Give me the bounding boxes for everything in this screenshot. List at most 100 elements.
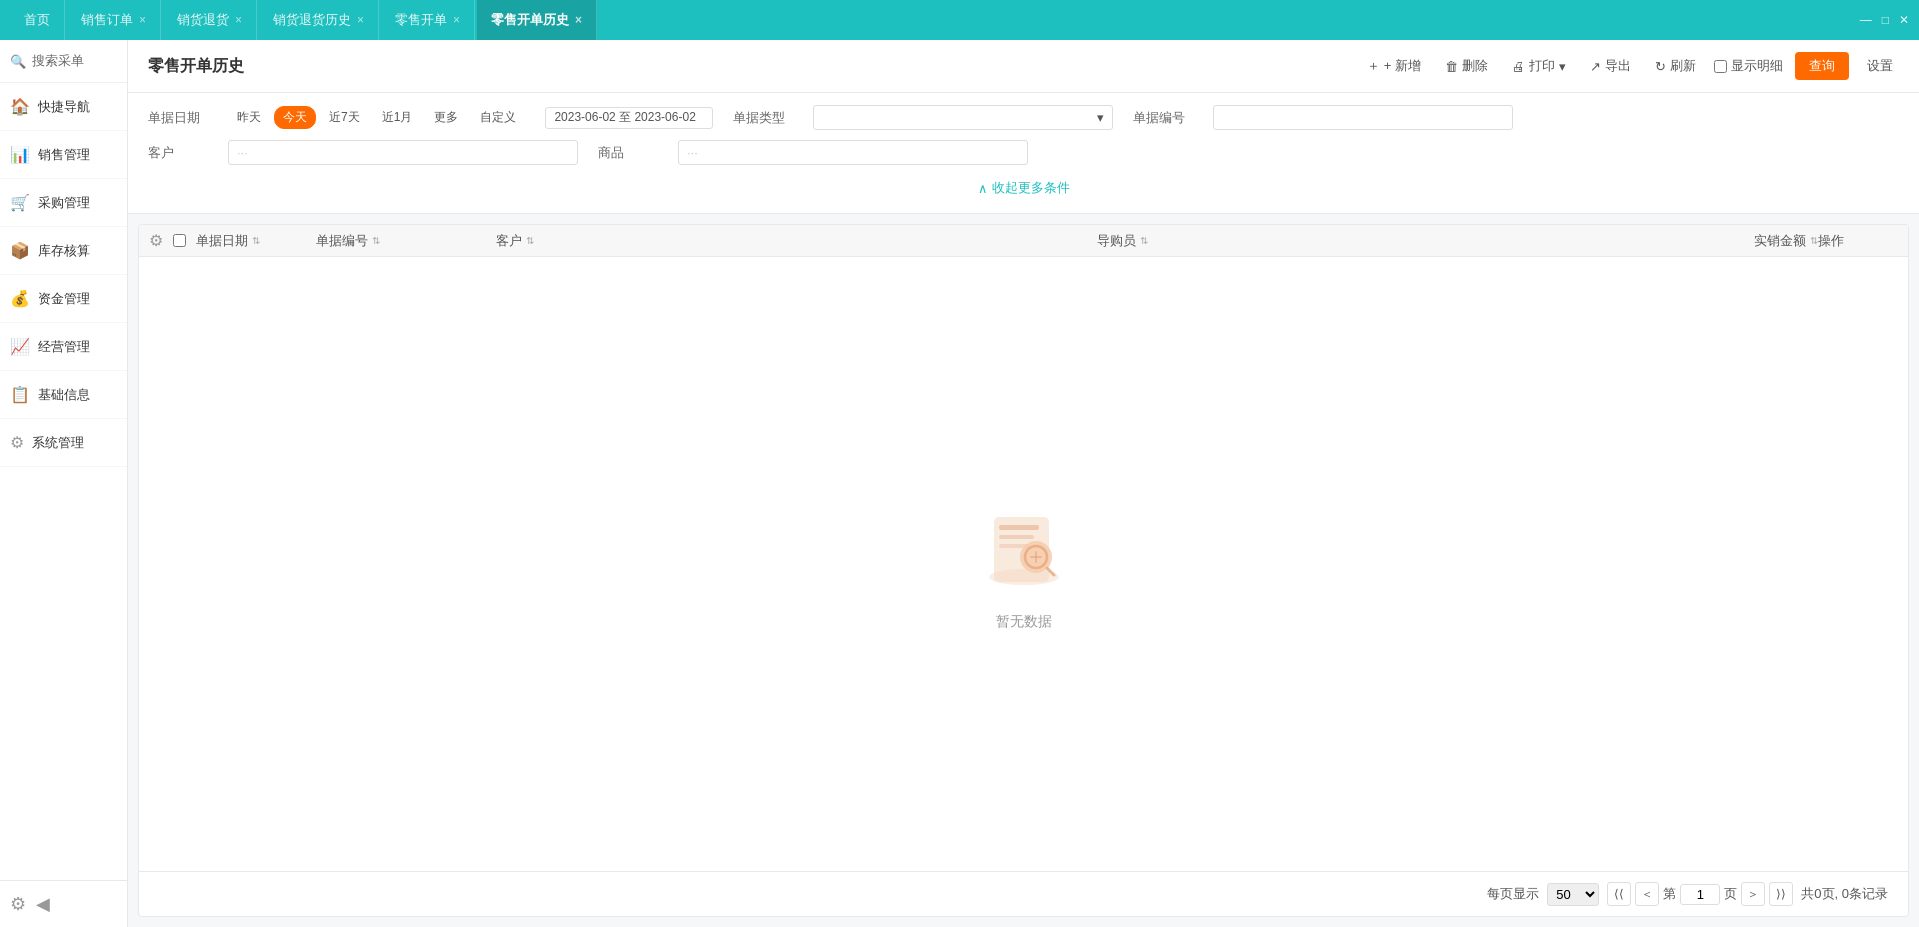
add-icon: ＋: [1367, 57, 1380, 75]
tab-return-history[interactable]: 销货退货历史 ×: [259, 0, 379, 40]
th-action-label: 操作: [1818, 232, 1844, 250]
last7days-btn[interactable]: 近7天: [320, 106, 369, 129]
total-label: 共0页, 0条记录: [1801, 885, 1888, 903]
delete-label: 删除: [1462, 57, 1488, 75]
last-page-btn[interactable]: ⟩⟩: [1769, 882, 1793, 906]
tab-return-close[interactable]: ×: [235, 13, 242, 27]
export-icon: ↗: [1590, 59, 1601, 74]
tab-sales-order-close[interactable]: ×: [139, 13, 146, 27]
th-amount[interactable]: 实销金额 ⇅: [1217, 232, 1818, 250]
restore-btn[interactable]: □: [1882, 13, 1889, 27]
minimize-btn[interactable]: —: [1860, 13, 1872, 27]
sidebar-item-basic-info[interactable]: 📋 基础信息: [0, 371, 127, 419]
sales-icon: 📊: [10, 145, 30, 164]
tab-return-history-label: 销货退货历史: [273, 11, 351, 29]
settings-button[interactable]: 设置: [1861, 53, 1899, 79]
export-button[interactable]: ↗ 导出: [1584, 53, 1637, 79]
th-date-label: 单据日期: [196, 232, 248, 250]
sidebar-item-inventory[interactable]: 📦 库存核算: [0, 227, 127, 275]
tab-list: 首页 销售订单 × 销货退货 × 销货退货历史 × 零售开单 × 零售开单历史 …: [10, 0, 1860, 40]
th-action: 操作: [1818, 232, 1898, 250]
table-settings-icon[interactable]: ⚙: [149, 231, 163, 250]
query-button[interactable]: 查询: [1795, 52, 1849, 80]
tab-sales-order[interactable]: 销售订单 ×: [67, 0, 161, 40]
doc-type-select[interactable]: ▾: [813, 105, 1113, 130]
svg-rect-3: [999, 535, 1034, 539]
th-num[interactable]: 单据编号 ⇅: [316, 232, 496, 250]
svg-rect-2: [999, 525, 1039, 530]
customer-input[interactable]: ···: [228, 140, 578, 165]
print-label: 打印: [1529, 57, 1555, 75]
next-page-btn[interactable]: ＞: [1741, 882, 1765, 906]
refresh-button[interactable]: ↻ 刷新: [1649, 53, 1702, 79]
tab-return-history-close[interactable]: ×: [357, 13, 364, 27]
tab-retail-order-close[interactable]: ×: [453, 13, 460, 27]
display-detail-label: 显示明细: [1731, 57, 1783, 75]
tab-retail-order[interactable]: 零售开单 ×: [381, 0, 475, 40]
collapse-filter-btn[interactable]: ∧ 收起更多条件: [148, 175, 1899, 201]
sidebar-item-quick-nav[interactable]: 🏠 快捷导航: [0, 83, 127, 131]
th-amount-sort-icon: ⇅: [1810, 235, 1818, 246]
page-title: 零售开单历史: [148, 56, 244, 77]
refresh-label: 刷新: [1670, 57, 1696, 75]
sidebar-item-purchase[interactable]: 🛒 采购管理: [0, 179, 127, 227]
main-layout: 🔍 搜索采单 🏠 快捷导航 📊 销售管理 🛒 采购管理 📦 库存核算 💰 资金管…: [0, 40, 1919, 927]
first-page-btn[interactable]: ⟨⟨: [1607, 882, 1631, 906]
print-button[interactable]: 🖨 打印 ▾: [1506, 53, 1572, 79]
doc-type-label: 单据类型: [733, 109, 793, 127]
gear-icon[interactable]: ⚙: [10, 893, 26, 915]
goods-input[interactable]: ···: [678, 140, 1028, 165]
sidebar-item-system[interactable]: ⚙ 系统管理: [0, 419, 127, 467]
search-icon: 🔍: [10, 54, 26, 69]
yesterday-btn[interactable]: 昨天: [228, 106, 270, 129]
delete-button[interactable]: 🗑 删除: [1439, 53, 1494, 79]
refresh-icon: ↻: [1655, 59, 1666, 74]
sidebar-item-sales[interactable]: 📊 销售管理: [0, 131, 127, 179]
tab-return[interactable]: 销货退货 ×: [163, 0, 257, 40]
tab-home[interactable]: 首页: [10, 0, 65, 40]
per-page-label: 每页显示: [1487, 885, 1539, 903]
date-range-input[interactable]: [545, 107, 713, 129]
display-detail-checkbox[interactable]: [1714, 60, 1727, 73]
per-page-select[interactable]: 50 100 200: [1547, 883, 1599, 906]
last-month-btn[interactable]: 近1月: [373, 106, 422, 129]
export-label: 导出: [1605, 57, 1631, 75]
date-btn-group: 昨天 今天 近7天 近1月 更多 自定义: [228, 106, 525, 129]
sidebar-search[interactable]: 🔍 搜索采单: [0, 40, 127, 83]
th-salesperson[interactable]: 导购员 ⇅: [1097, 232, 1217, 250]
select-all-checkbox[interactable]: [173, 234, 186, 247]
sidebar-item-purchase-label: 采购管理: [38, 194, 90, 212]
collapse-sidebar-icon[interactable]: ◀: [36, 893, 50, 915]
print-icon: 🖨: [1512, 59, 1525, 74]
th-salesperson-sort-icon: ⇅: [1140, 235, 1148, 246]
custom-btn[interactable]: 自定义: [471, 106, 525, 129]
doc-num-input[interactable]: [1213, 105, 1513, 130]
th-amount-label: 实销金额: [1754, 232, 1806, 250]
th-customer[interactable]: 客户 ⇅: [496, 232, 1097, 250]
page-suffix: 页: [1724, 885, 1737, 903]
th-customer-label: 客户: [496, 232, 522, 250]
page-input[interactable]: [1680, 884, 1720, 905]
search-label: 搜索采单: [32, 52, 84, 70]
sidebar-item-sales-label: 销售管理: [38, 146, 90, 164]
sidebar-item-operations[interactable]: 📈 经营管理: [0, 323, 127, 371]
th-date-sort-icon: ⇅: [252, 235, 260, 246]
more-btn[interactable]: 更多: [425, 106, 467, 129]
today-btn[interactable]: 今天: [274, 106, 316, 129]
close-btn-window[interactable]: ✕: [1899, 13, 1909, 27]
tab-return-label: 销货退货: [177, 11, 229, 29]
sidebar-item-finance[interactable]: 💰 资金管理: [0, 275, 127, 323]
finance-icon: 💰: [10, 289, 30, 308]
customer-label: 客户: [148, 144, 208, 162]
tab-retail-history-close[interactable]: ×: [575, 13, 582, 27]
basic-info-icon: 📋: [10, 385, 30, 404]
prev-page-btn[interactable]: ＜: [1635, 882, 1659, 906]
pagination: 每页显示 50 100 200 ⟨⟨ ＜ 第 页 ＞ ⟩⟩ 共0页, 0条记录: [139, 871, 1908, 916]
page-header: 零售开单历史 ＋ + 新增 🗑 删除 🖨 打印 ▾ ↗ 导出: [128, 40, 1919, 93]
th-date[interactable]: 单据日期 ⇅: [196, 232, 316, 250]
goods-label: 商品: [598, 144, 658, 162]
date-label: 单据日期: [148, 109, 208, 127]
operations-icon: 📈: [10, 337, 30, 356]
add-button[interactable]: ＋ + 新增: [1361, 53, 1427, 79]
tab-retail-history[interactable]: 零售开单历史 ×: [477, 0, 597, 40]
